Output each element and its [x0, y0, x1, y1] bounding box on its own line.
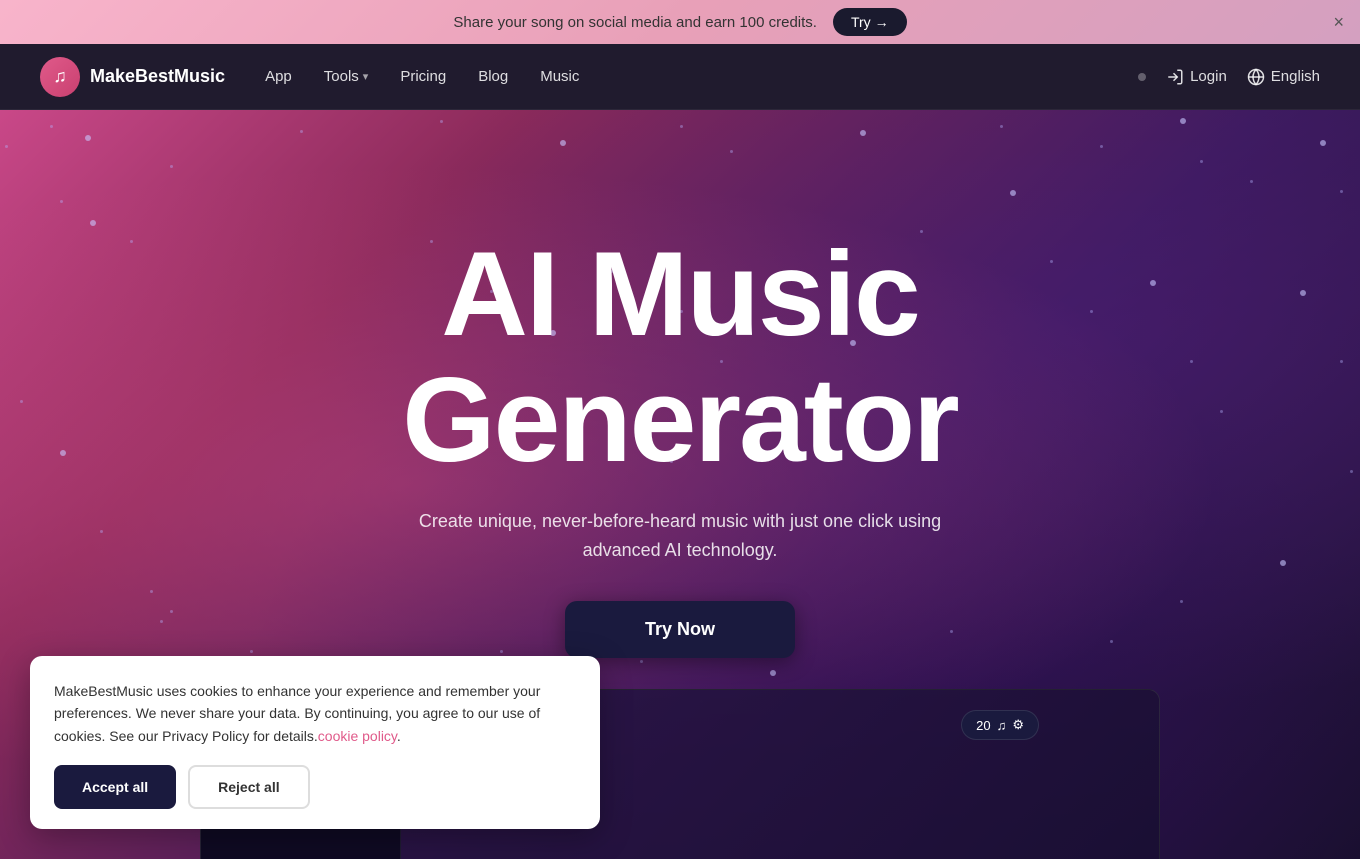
- brand-logo-icon: ♫: [53, 66, 67, 87]
- badge-music-icon: ♫: [997, 718, 1007, 733]
- language-button[interactable]: English: [1247, 68, 1320, 86]
- try-now-button[interactable]: Try Now: [565, 601, 795, 658]
- decorative-dot: [500, 650, 503, 653]
- decorative-dot: [5, 145, 8, 148]
- cookie-text: MakeBestMusic uses cookies to enhance yo…: [54, 680, 576, 747]
- decorative-dot: [130, 240, 133, 243]
- decorative-dot: [1110, 640, 1113, 643]
- decorative-dot: [770, 670, 776, 676]
- decorative-dot: [1250, 180, 1253, 183]
- decorative-dot: [60, 200, 63, 203]
- decorative-dot: [85, 135, 91, 141]
- nav-links: App Tools ▾ Pricing Blog Music: [265, 68, 579, 85]
- decorative-dot: [100, 530, 103, 533]
- nav-link-app[interactable]: App: [265, 68, 292, 85]
- decorative-dot: [20, 400, 23, 403]
- decorative-dot: [300, 130, 303, 133]
- decorative-dot: [1220, 410, 1223, 413]
- decorative-dot: [1050, 260, 1053, 263]
- nav-link-pricing[interactable]: Pricing: [400, 68, 446, 85]
- cookie-banner: MakeBestMusic uses cookies to enhance yo…: [30, 656, 600, 829]
- brand-logo-link[interactable]: ♫ MakeBestMusic: [40, 57, 225, 97]
- badge-settings-icon: ⚙: [1012, 717, 1024, 733]
- decorative-dot: [170, 610, 173, 613]
- navbar: ♫ MakeBestMusic App Tools ▾ Pricing Blog…: [0, 44, 1360, 110]
- decorative-dot: [560, 140, 566, 146]
- decorative-dot: [1350, 470, 1353, 473]
- badge-count: 20: [976, 718, 990, 733]
- decorative-dot: [1000, 125, 1003, 128]
- decorative-dot: [1010, 190, 1016, 196]
- nav-link-music[interactable]: Music: [540, 68, 579, 85]
- announcement-cta-button[interactable]: Try →: [833, 8, 907, 36]
- reject-all-button[interactable]: Reject all: [188, 765, 309, 809]
- decorative-dot: [730, 150, 733, 153]
- decorative-dot: [950, 630, 953, 633]
- login-icon: [1166, 68, 1184, 86]
- login-button[interactable]: Login: [1166, 68, 1227, 86]
- decorative-dot: [1090, 310, 1093, 313]
- decorative-dot: [640, 660, 643, 663]
- cookie-buttons: Accept all Reject all: [54, 765, 576, 809]
- decorative-dot: [1190, 360, 1193, 363]
- announcement-bar: Share your song on social media and earn…: [0, 0, 1360, 44]
- decorative-dot: [1300, 290, 1306, 296]
- decorative-dot: [1150, 280, 1156, 286]
- app-badge: 20 ♫ ⚙: [961, 710, 1039, 740]
- decorative-dot: [250, 650, 253, 653]
- hero-title: AI Music Generator: [402, 231, 958, 483]
- decorative-dot: [440, 120, 443, 123]
- decorative-dot: [1180, 600, 1183, 603]
- decorative-dot: [860, 130, 866, 136]
- decorative-dot: [160, 620, 163, 623]
- decorative-dot: [90, 220, 96, 226]
- decorative-dot: [1340, 190, 1343, 193]
- accept-all-button[interactable]: Accept all: [54, 765, 176, 809]
- globe-icon: [1247, 68, 1265, 86]
- decorative-dot: [1320, 140, 1326, 146]
- decorative-dot: [1200, 160, 1203, 163]
- decorative-dot: [150, 590, 153, 593]
- decorative-dot: [170, 165, 173, 168]
- brand-name: MakeBestMusic: [90, 66, 225, 87]
- status-dot: [1138, 73, 1146, 81]
- cookie-policy-link[interactable]: cookie policy: [318, 728, 397, 744]
- nav-link-blog[interactable]: Blog: [478, 68, 508, 85]
- announcement-close-button[interactable]: ×: [1333, 13, 1344, 31]
- brand-logo: ♫: [40, 57, 80, 97]
- hero-subtitle: Create unique, never-before-heard music …: [380, 507, 980, 565]
- navbar-right: Login English: [1138, 68, 1320, 86]
- nav-link-tools[interactable]: Tools ▾: [324, 68, 369, 85]
- decorative-dot: [1100, 145, 1103, 148]
- announcement-text: Share your song on social media and earn…: [453, 14, 817, 31]
- decorative-dot: [1280, 560, 1286, 566]
- decorative-dot: [60, 450, 66, 456]
- decorative-dot: [680, 125, 683, 128]
- chevron-down-icon: ▾: [363, 70, 369, 83]
- decorative-dot: [1340, 360, 1343, 363]
- navbar-left: ♫ MakeBestMusic App Tools ▾ Pricing Blog…: [40, 57, 579, 97]
- decorative-dot: [50, 125, 53, 128]
- decorative-dot: [1180, 118, 1186, 124]
